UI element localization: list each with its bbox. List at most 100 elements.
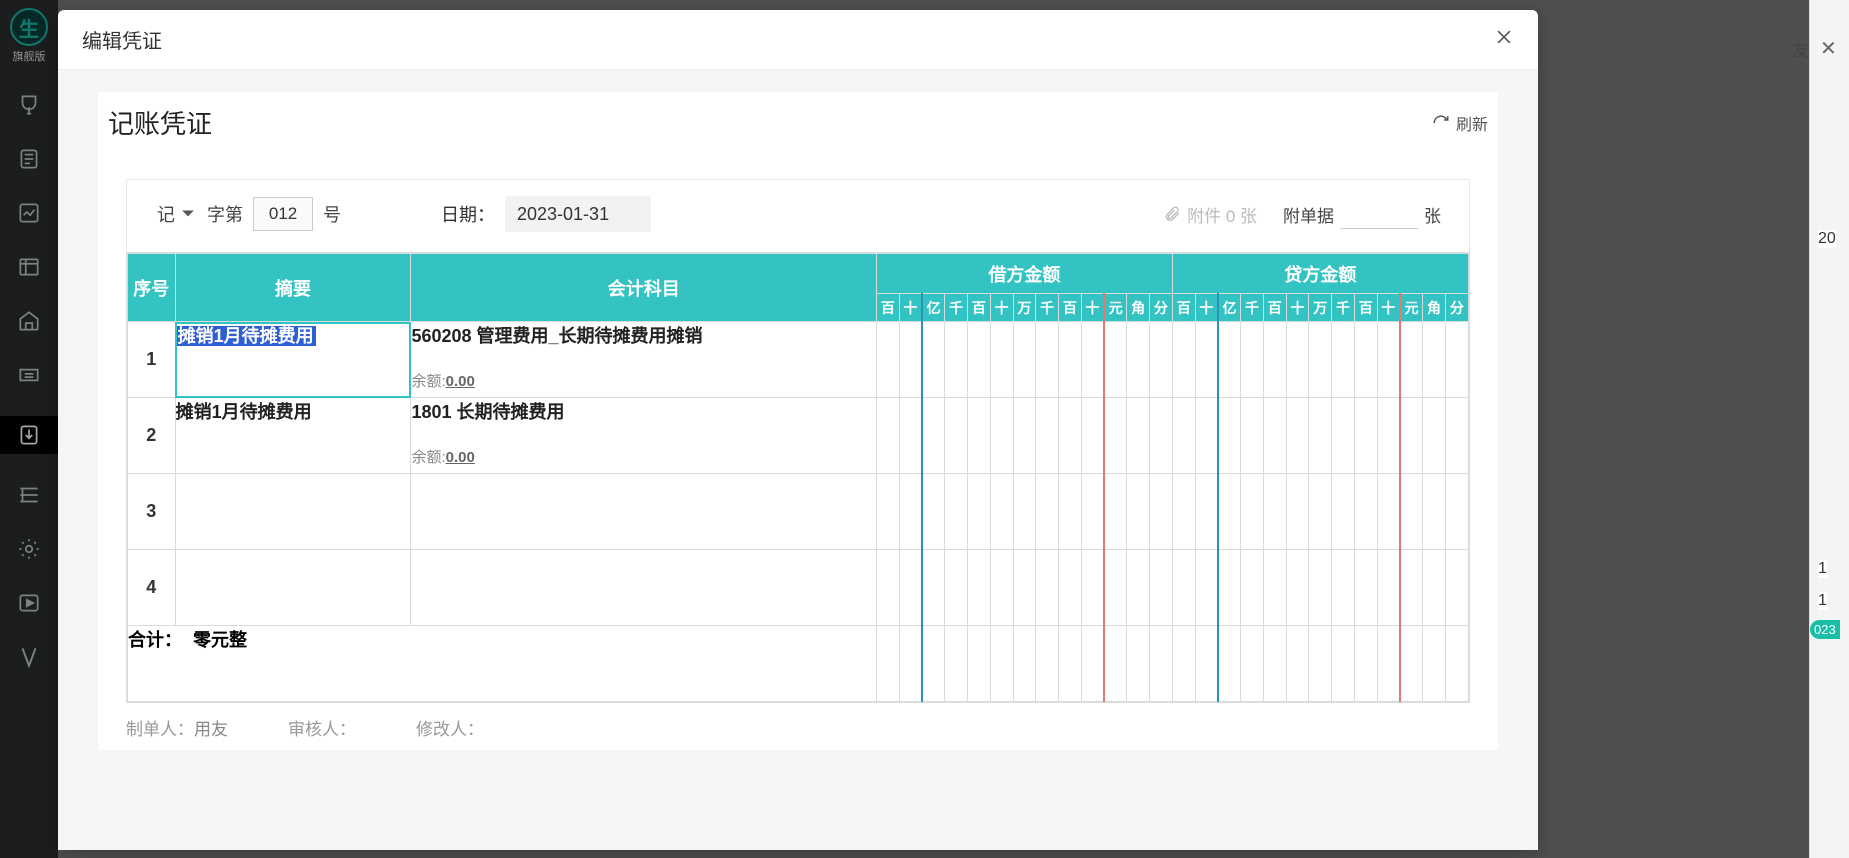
amount-cell[interactable] — [1150, 550, 1173, 626]
amount-cell[interactable] — [1263, 322, 1286, 398]
amount-cell[interactable] — [1059, 322, 1082, 398]
amount-cell[interactable] — [1081, 398, 1104, 474]
amount-cell[interactable] — [968, 322, 991, 398]
amount-cell[interactable] — [1286, 474, 1309, 550]
abstract-cell[interactable]: 摊销1月待摊费用 — [175, 322, 411, 398]
amount-cell[interactable] — [1354, 474, 1377, 550]
amount-cell[interactable] — [1218, 322, 1241, 398]
amount-cell[interactable] — [1104, 550, 1127, 626]
amount-cell[interactable] — [1013, 474, 1036, 550]
amount-cell[interactable] — [1104, 398, 1127, 474]
amount-cell[interactable] — [1377, 474, 1400, 550]
abstract-cell[interactable] — [175, 550, 411, 626]
amount-cell[interactable] — [1445, 474, 1468, 550]
amount-cell[interactable] — [1172, 550, 1195, 626]
amount-cell[interactable] — [945, 474, 968, 550]
amount-cell[interactable] — [1150, 398, 1173, 474]
amount-cell[interactable] — [1377, 322, 1400, 398]
amount-cell[interactable] — [1036, 474, 1059, 550]
extra-input[interactable] — [1340, 199, 1418, 229]
amount-cell[interactable] — [1286, 398, 1309, 474]
amount-cell[interactable] — [1423, 550, 1446, 626]
amount-cell[interactable] — [1241, 398, 1264, 474]
seq-input[interactable] — [253, 197, 313, 231]
amount-cell[interactable] — [1241, 550, 1264, 626]
amount-cell[interactable] — [968, 550, 991, 626]
amount-cell[interactable] — [1332, 322, 1355, 398]
amount-cell[interactable] — [1127, 398, 1150, 474]
account-cell[interactable] — [411, 550, 877, 626]
amount-cell[interactable] — [1445, 322, 1468, 398]
amount-cell[interactable] — [922, 398, 945, 474]
amount-cell[interactable] — [1309, 550, 1332, 626]
amount-cell[interactable] — [1059, 398, 1082, 474]
amount-cell[interactable] — [1036, 398, 1059, 474]
amount-cell[interactable] — [1263, 550, 1286, 626]
amount-cell[interactable] — [968, 398, 991, 474]
amount-cell[interactable] — [1309, 474, 1332, 550]
amount-cell[interactable] — [1354, 322, 1377, 398]
amount-cell[interactable] — [1104, 474, 1127, 550]
amount-cell[interactable] — [877, 550, 900, 626]
amount-cell[interactable] — [1423, 398, 1446, 474]
amount-cell[interactable] — [1195, 322, 1218, 398]
amount-cell[interactable] — [1218, 474, 1241, 550]
account-cell[interactable] — [411, 474, 877, 550]
amount-cell[interactable] — [1218, 550, 1241, 626]
amount-cell[interactable] — [1309, 398, 1332, 474]
bg-close-icon[interactable]: ✕ — [1820, 36, 1837, 61]
amount-cell[interactable] — [899, 322, 922, 398]
amount-cell[interactable] — [1354, 550, 1377, 626]
amount-cell[interactable] — [1013, 322, 1036, 398]
amount-cell[interactable] — [1172, 398, 1195, 474]
amount-cell[interactable] — [1195, 398, 1218, 474]
amount-cell[interactable] — [1195, 474, 1218, 550]
amount-cell[interactable] — [1286, 322, 1309, 398]
amount-cell[interactable] — [990, 398, 1013, 474]
amount-cell[interactable] — [1013, 550, 1036, 626]
amount-cell[interactable] — [899, 474, 922, 550]
abstract-cell[interactable] — [175, 474, 411, 550]
account-cell[interactable]: 560208 管理费用_长期待摊费用摊销余额:0.00 — [411, 322, 877, 398]
attachment-link[interactable]: 附件 0 张 — [1163, 202, 1257, 227]
amount-cell[interactable] — [1332, 550, 1355, 626]
amount-cell[interactable] — [1241, 474, 1264, 550]
amount-cell[interactable] — [1081, 550, 1104, 626]
refresh-button[interactable]: 刷新 — [1432, 111, 1488, 135]
amount-cell[interactable] — [1445, 398, 1468, 474]
date-input[interactable] — [505, 196, 651, 232]
amount-cell[interactable] — [1195, 550, 1218, 626]
amount-cell[interactable] — [1400, 322, 1423, 398]
amount-cell[interactable] — [922, 322, 945, 398]
voucher-type-select[interactable]: 记 — [155, 197, 197, 231]
abstract-cell[interactable]: 摊销1月待摊费用 — [175, 398, 411, 474]
amount-cell[interactable] — [1400, 398, 1423, 474]
amount-cell[interactable] — [1059, 550, 1082, 626]
amount-cell[interactable] — [1263, 474, 1286, 550]
amount-cell[interactable] — [990, 322, 1013, 398]
amount-cell[interactable] — [945, 322, 968, 398]
close-button[interactable] — [1494, 27, 1514, 53]
amount-cell[interactable] — [922, 474, 945, 550]
amount-cell[interactable] — [877, 322, 900, 398]
amount-cell[interactable] — [1150, 322, 1173, 398]
amount-cell[interactable] — [945, 550, 968, 626]
amount-cell[interactable] — [1423, 322, 1446, 398]
amount-cell[interactable] — [1081, 474, 1104, 550]
amount-cell[interactable] — [1263, 398, 1286, 474]
amount-cell[interactable] — [877, 398, 900, 474]
amount-cell[interactable] — [1423, 474, 1446, 550]
amount-cell[interactable] — [1309, 322, 1332, 398]
amount-cell[interactable] — [922, 550, 945, 626]
amount-cell[interactable] — [1377, 550, 1400, 626]
amount-cell[interactable] — [899, 550, 922, 626]
amount-cell[interactable] — [945, 398, 968, 474]
amount-cell[interactable] — [1172, 474, 1195, 550]
amount-cell[interactable] — [1059, 474, 1082, 550]
amount-cell[interactable] — [1241, 322, 1264, 398]
amount-cell[interactable] — [1172, 322, 1195, 398]
amount-cell[interactable] — [1400, 550, 1423, 626]
amount-cell[interactable] — [1127, 474, 1150, 550]
amount-cell[interactable] — [1036, 322, 1059, 398]
amount-cell[interactable] — [1127, 550, 1150, 626]
